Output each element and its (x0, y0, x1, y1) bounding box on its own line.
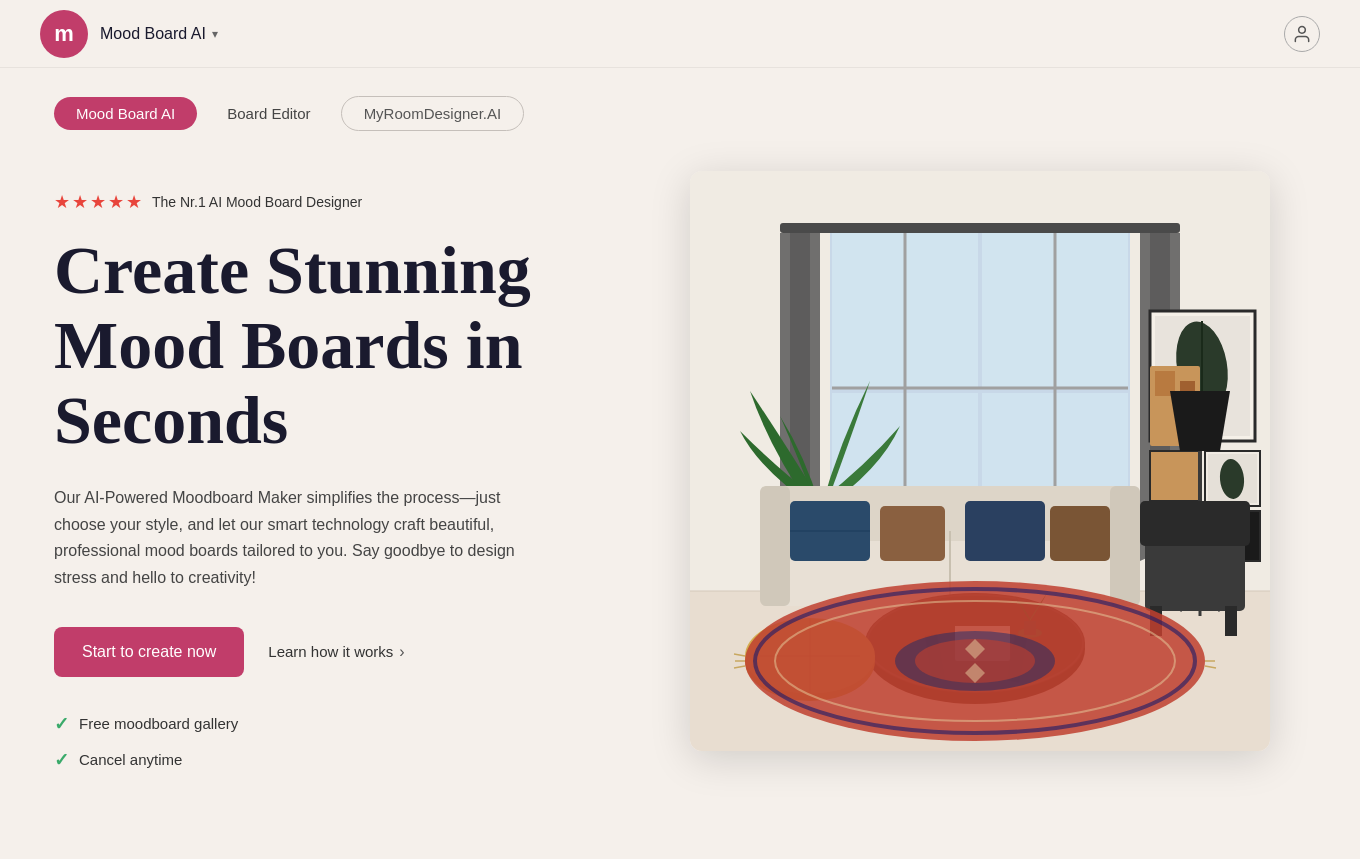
svg-point-0 (1299, 26, 1306, 33)
feature-label-2: Cancel anytime (79, 751, 182, 768)
tab-my-room-designer[interactable]: MyRoomDesigner.AI (341, 96, 525, 131)
svg-rect-18 (1150, 451, 1200, 501)
hero-right-column (654, 171, 1306, 751)
feature-list: ✓ Free moodboard gallery ✓ Cancel anytim… (54, 713, 594, 771)
svg-rect-35 (760, 486, 790, 606)
arrow-right-icon: › (399, 643, 404, 661)
tabs-bar: Mood Board AI Board Editor MyRoomDesigne… (0, 68, 1360, 131)
stars-group: ★ ★ ★ ★ ★ (54, 191, 142, 213)
cta-row: Start to create now Learn how it works › (54, 627, 594, 677)
tab-board-editor[interactable]: Board Editor (205, 97, 332, 130)
hero-description: Our AI-Powered Moodboard Maker simplifie… (54, 485, 534, 591)
svg-rect-36 (1110, 486, 1140, 606)
learn-how-link[interactable]: Learn how it works › (268, 643, 404, 661)
check-icon-1: ✓ (54, 713, 69, 735)
rating-label: The Nr.1 AI Mood Board Designer (152, 194, 362, 210)
star-1: ★ (54, 191, 70, 213)
svg-rect-56 (1145, 536, 1245, 611)
svg-rect-40 (880, 506, 945, 561)
room-image (690, 171, 1270, 751)
main-content: ★ ★ ★ ★ ★ The Nr.1 AI Mood Board Designe… (0, 131, 1360, 851)
navbar: m Mood Board AI ▾ (0, 0, 1360, 68)
start-create-button[interactable]: Start to create now (54, 627, 244, 677)
rating-row: ★ ★ ★ ★ ★ The Nr.1 AI Mood Board Designe… (54, 191, 594, 213)
feature-item-1: ✓ Free moodboard gallery (54, 713, 594, 735)
star-2: ★ (72, 191, 88, 213)
star-3: ★ (90, 191, 106, 213)
learn-how-label: Learn how it works (268, 643, 393, 660)
chevron-down-icon: ▾ (212, 27, 218, 41)
hero-left-column: ★ ★ ★ ★ ★ The Nr.1 AI Mood Board Designe… (54, 171, 594, 771)
star-4: ★ (108, 191, 124, 213)
svg-rect-59 (1225, 606, 1237, 636)
brand-name-label: Mood Board AI (100, 25, 206, 43)
svg-rect-41 (965, 501, 1045, 561)
star-5: ★ (126, 191, 142, 213)
feature-label-1: Free moodboard gallery (79, 715, 238, 732)
svg-rect-5 (780, 223, 1180, 233)
feature-item-2: ✓ Cancel anytime (54, 749, 594, 771)
check-icon-2: ✓ (54, 749, 69, 771)
room-illustration (690, 171, 1270, 751)
tab-mood-board-ai[interactable]: Mood Board AI (54, 97, 197, 130)
hero-title: Create Stunning Mood Boards in Seconds (54, 233, 594, 457)
svg-rect-57 (1140, 501, 1250, 546)
nav-brand-button[interactable]: Mood Board AI ▾ (100, 25, 218, 43)
nav-right (1284, 16, 1320, 52)
user-account-button[interactable] (1284, 16, 1320, 52)
svg-rect-42 (1050, 506, 1110, 561)
nav-left: m Mood Board AI ▾ (40, 10, 218, 58)
logo-icon[interactable]: m (40, 10, 88, 58)
